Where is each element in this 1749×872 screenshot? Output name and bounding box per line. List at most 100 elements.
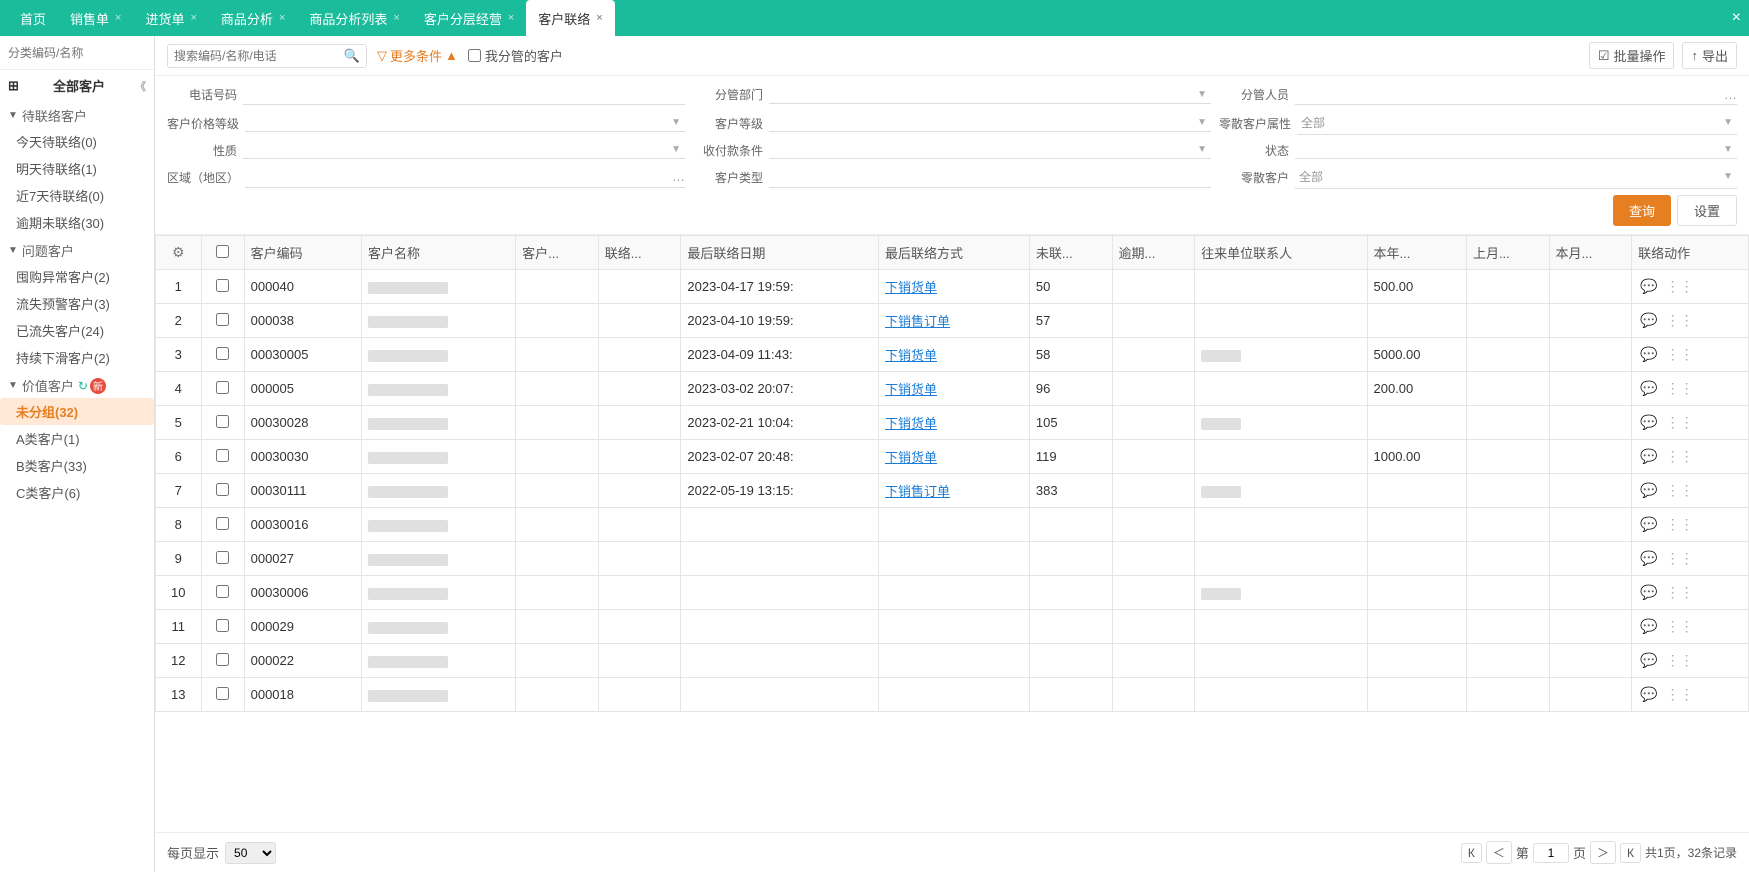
customer-level-select[interactable]: ▼ <box>769 114 1211 132</box>
last-method-link[interactable]: 下销货单 <box>885 450 937 465</box>
td-checkbox[interactable] <box>201 678 244 712</box>
row-contact-btn[interactable]: 💬 <box>1638 650 1659 671</box>
manager-dots[interactable]: … <box>1724 87 1737 102</box>
last-method-link[interactable]: 下销货单 <box>885 280 937 295</box>
export-btn[interactable]: ↑ 导出 <box>1682 42 1737 69</box>
row-contact-btn[interactable]: 💬 <box>1638 616 1659 637</box>
first-page-btn[interactable]: К <box>1461 843 1482 863</box>
sidebar-item-churned[interactable]: 已流失客户(24) <box>0 317 154 344</box>
row-contact-btn[interactable]: 💬 <box>1638 344 1659 365</box>
region-input[interactable] <box>245 167 668 187</box>
row-more-btn[interactable]: ⋮⋮ <box>1664 616 1696 637</box>
row-more-btn[interactable]: ⋮⋮ <box>1664 412 1696 433</box>
sidebar-item-abnormal[interactable]: 囤购异常客户(2) <box>0 263 154 290</box>
last-method-link[interactable]: 下销货单 <box>885 416 937 431</box>
sidebar-item-declining[interactable]: 持续下滑客户(2) <box>0 344 154 371</box>
row-contact-btn[interactable]: 💬 <box>1638 514 1659 535</box>
region-dots[interactable]: … <box>672 169 685 184</box>
td-checkbox[interactable] <box>201 576 244 610</box>
query-button[interactable]: 查询 <box>1613 195 1671 226</box>
td-checkbox[interactable] <box>201 508 244 542</box>
td-checkbox[interactable] <box>201 372 244 406</box>
row-more-btn[interactable]: ⋮⋮ <box>1664 480 1696 501</box>
row-contact-btn[interactable]: 💬 <box>1638 310 1659 331</box>
prev-page-btn[interactable]: ＜ <box>1486 841 1512 864</box>
close-product-analysis[interactable]: × <box>279 12 285 24</box>
collapse-icon[interactable]: 《 <box>135 78 146 94</box>
row-more-btn[interactable]: ⋮⋮ <box>1664 344 1696 365</box>
price-level-select[interactable]: ▼ <box>245 114 685 132</box>
all-customers-header[interactable]: ⊞ 全部客户 《 <box>0 70 154 101</box>
dept-select[interactable]: ▼ <box>769 86 1211 104</box>
reset-button[interactable]: 设置 <box>1677 195 1737 226</box>
sidebar-item-ungroup[interactable]: 未分组(32) <box>0 398 154 425</box>
td-checkbox[interactable] <box>201 338 244 372</box>
sidebar-item-churn-warn[interactable]: 流失预警客户(3) <box>0 290 154 317</box>
sidebar-item-classB[interactable]: B类客户(33) <box>0 452 154 479</box>
sidebar-item-today[interactable]: 今天待联络(0) <box>0 128 154 155</box>
sidebar-search-input[interactable] <box>8 46 155 60</box>
row-more-btn[interactable]: ⋮⋮ <box>1664 310 1696 331</box>
problem-header[interactable]: ▼ 问题客户 <box>0 236 154 263</box>
row-contact-btn[interactable]: 💬 <box>1638 412 1659 433</box>
row-more-btn[interactable]: ⋮⋮ <box>1664 684 1696 705</box>
close-purchase-order[interactable]: × <box>190 12 196 24</box>
batch-operation-btn[interactable]: ☑ 批量操作 <box>1589 42 1675 69</box>
manager-input[interactable] <box>1295 84 1720 104</box>
retail-customer-select[interactable]: 全部 ▼ <box>1295 165 1737 189</box>
th-settings[interactable]: ⚙ <box>156 236 202 270</box>
main-search-input[interactable] <box>174 49 344 63</box>
row-more-btn[interactable]: ⋮⋮ <box>1664 514 1696 535</box>
my-customers-checkbox-label[interactable]: 我分管的客户 <box>468 46 563 65</box>
sidebar-item-classA[interactable]: A类客户(1) <box>0 425 154 452</box>
row-more-btn[interactable]: ⋮⋮ <box>1664 276 1696 297</box>
last-page-btn[interactable]: К <box>1620 843 1641 863</box>
row-contact-btn[interactable]: 💬 <box>1638 582 1659 603</box>
row-contact-btn[interactable]: 💬 <box>1638 548 1659 569</box>
close-sales-order[interactable]: × <box>115 12 121 24</box>
phone-input[interactable] <box>243 84 685 105</box>
sidebar-item-7days[interactable]: 近7天待联络(0) <box>0 182 154 209</box>
td-checkbox[interactable] <box>201 610 244 644</box>
sidebar-item-overdue[interactable]: 逾期未联络(30) <box>0 209 154 236</box>
value-header[interactable]: ▼ 价值客户 ↻ 新 <box>0 371 154 398</box>
tab-customer-contact[interactable]: 客户联络 × <box>526 0 614 36</box>
last-method-link[interactable]: 下销货单 <box>885 348 937 363</box>
row-more-btn[interactable]: ⋮⋮ <box>1664 446 1696 467</box>
row-contact-btn[interactable]: 💬 <box>1638 446 1659 467</box>
td-checkbox[interactable] <box>201 440 244 474</box>
td-checkbox[interactable] <box>201 406 244 440</box>
tab-sales-order[interactable]: 销售单 × <box>58 0 133 36</box>
row-contact-btn[interactable]: 💬 <box>1638 276 1659 297</box>
more-conditions-btn[interactable]: ▽ 更多条件 ▲ <box>377 46 458 65</box>
last-method-link[interactable]: 下销货单 <box>885 382 937 397</box>
nature-select[interactable]: ▼ <box>243 141 685 159</box>
select-all-checkbox[interactable] <box>216 245 229 258</box>
sidebar-item-tomorrow[interactable]: 明天待联络(1) <box>0 155 154 182</box>
last-method-link[interactable]: 下销售订单 <box>885 314 950 329</box>
pending-contact-header[interactable]: ▼ 待联络客户 <box>0 101 154 128</box>
close-all-tabs[interactable]: × <box>1732 9 1741 27</box>
tab-product-list[interactable]: 商品分析列表 × <box>297 0 411 36</box>
row-contact-btn[interactable]: 💬 <box>1638 378 1659 399</box>
td-checkbox[interactable] <box>201 270 244 304</box>
close-product-list[interactable]: × <box>393 12 399 24</box>
payment-select[interactable]: ▼ <box>769 141 1211 159</box>
row-more-btn[interactable]: ⋮⋮ <box>1664 378 1696 399</box>
customer-type-input[interactable] <box>769 167 1211 188</box>
row-more-btn[interactable]: ⋮⋮ <box>1664 582 1696 603</box>
settings-icon[interactable]: ⚙ <box>172 244 185 260</box>
main-search-icon[interactable]: 🔍 <box>344 48 360 64</box>
current-page-input[interactable] <box>1533 843 1569 863</box>
refresh-icon[interactable]: ↻ <box>78 379 88 393</box>
row-more-btn[interactable]: ⋮⋮ <box>1664 548 1696 569</box>
tab-product-analysis[interactable]: 商品分析 × <box>209 0 297 36</box>
my-customers-checkbox[interactable] <box>468 49 481 62</box>
per-page-select[interactable]: 50 20 100 <box>225 842 276 864</box>
row-more-btn[interactable]: ⋮⋮ <box>1664 650 1696 671</box>
td-checkbox[interactable] <box>201 644 244 678</box>
sidebar-item-classC[interactable]: C类客户(6) <box>0 479 154 506</box>
close-customer-contact[interactable]: × <box>596 12 602 24</box>
td-checkbox[interactable] <box>201 304 244 338</box>
tab-purchase-order[interactable]: 进货单 × <box>133 0 208 36</box>
